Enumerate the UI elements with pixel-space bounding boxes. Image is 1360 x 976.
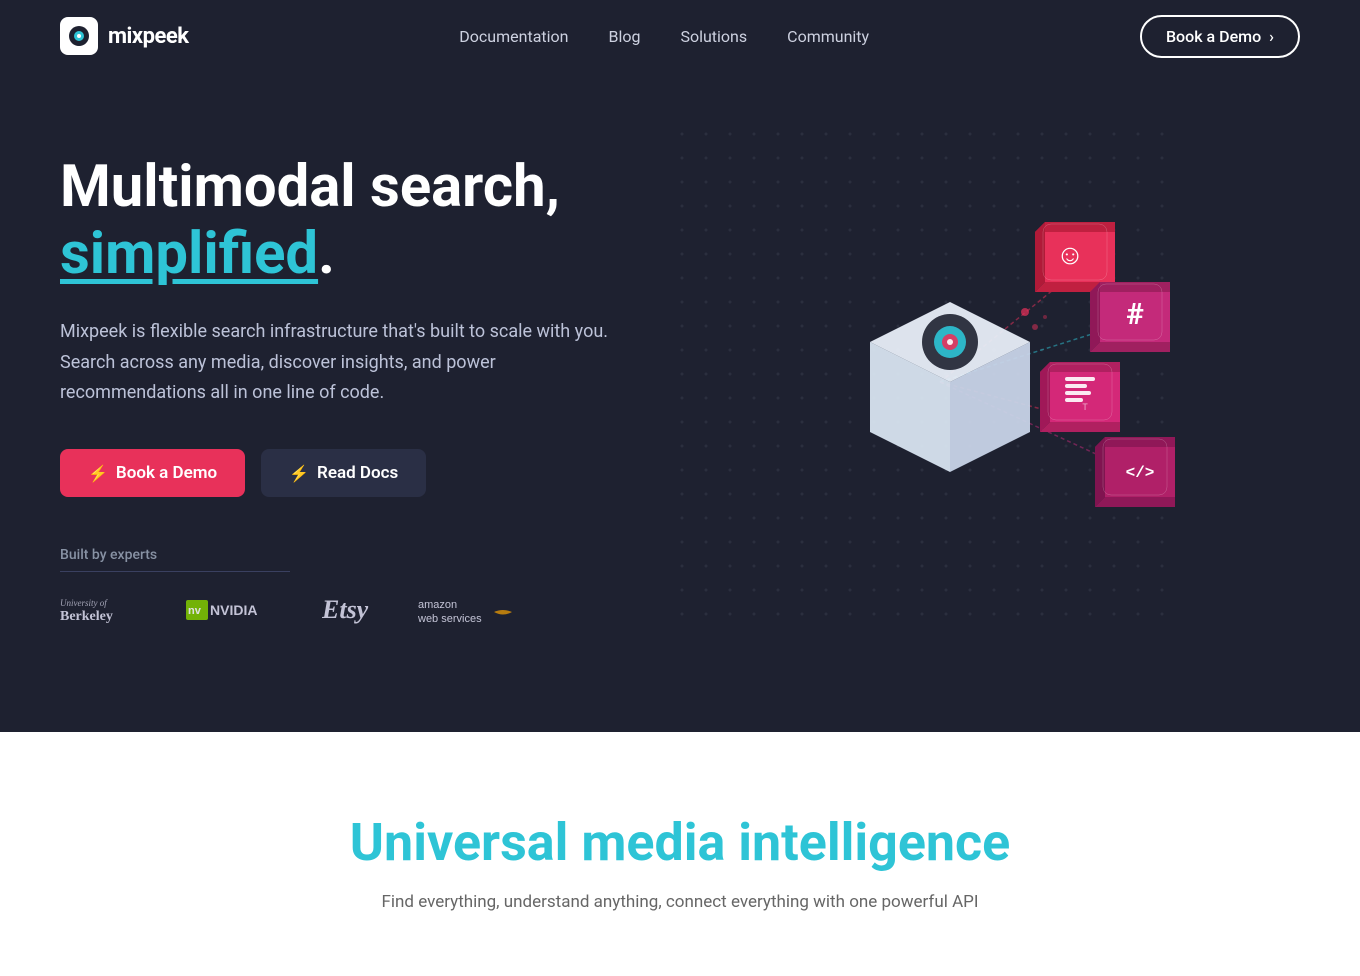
built-by-label: Built by experts [60,547,680,563]
svg-text:#: # [1126,297,1144,332]
built-by-section: Built by experts University of Berkeley … [60,547,680,630]
book-demo-button[interactable]: ⚡ Book a Demo [60,449,245,497]
nav-blog[interactable]: Blog [609,27,641,46]
header-book-demo-button[interactable]: Book a Demo › [1140,15,1300,58]
logo-text: mixpeek [108,24,188,49]
built-by-divider [60,571,290,572]
svg-text:amazon: amazon [418,599,457,611]
arrow-icon: › [1269,27,1274,46]
svg-text:Berkeley: Berkeley [60,609,113,624]
hero-title-accent: simplified [60,220,318,288]
hero-buttons: ⚡ Book a Demo ⚡ Read Docs [60,449,680,497]
svg-text:NVIDIA: NVIDIA [210,602,257,618]
bottom-subtitle: Find everything, understand anything, co… [330,889,1030,916]
etsy-logo: Etsy [322,592,382,628]
svg-text:Etsy: Etsy [322,595,369,624]
docs-lightning-icon: ⚡ [289,464,309,483]
berkeley-logo: University of Berkeley [60,592,150,628]
mixpeek-logo-icon [60,17,98,55]
nvidia-logo: nv NVIDIA [186,592,286,628]
header: mixpeek Documentation Blog Solutions Com… [0,0,1360,72]
logo[interactable]: mixpeek [60,17,188,55]
main-nav: Documentation Blog Solutions Community [459,27,869,46]
isometric-illustration: ☺ # T [740,142,1240,642]
aws-logo: amazon web services [418,590,518,630]
nav-documentation[interactable]: Documentation [459,27,568,46]
partner-logos: University of Berkeley nv NVIDIA Etsy am… [60,590,680,630]
bottom-title: Universal media intelligence [60,812,1300,873]
svg-text:T: T [1082,403,1088,413]
svg-text:nv: nv [188,605,202,617]
bottom-section: Universal media intelligence Find everyt… [0,732,1360,976]
nav-community[interactable]: Community [787,27,869,46]
svg-text:☺: ☺ [1056,238,1085,271]
hero-description: Mixpeek is flexible search infrastructur… [60,317,620,409]
nav-solutions[interactable]: Solutions [680,27,747,46]
hero-content: Multimodal search, simplified. Mixpeek i… [60,154,680,630]
hero-illustration: ☺ # T [680,132,1300,652]
hero-section: Multimodal search, simplified. Mixpeek i… [0,72,1360,732]
hero-title: Multimodal search, simplified. [60,154,680,287]
lightning-icon: ⚡ [88,464,108,483]
svg-text:University of: University of [60,598,108,608]
svg-text:web services: web services [418,613,482,625]
read-docs-button[interactable]: ⚡ Read Docs [261,449,426,497]
svg-text:</>: </> [1126,464,1155,482]
